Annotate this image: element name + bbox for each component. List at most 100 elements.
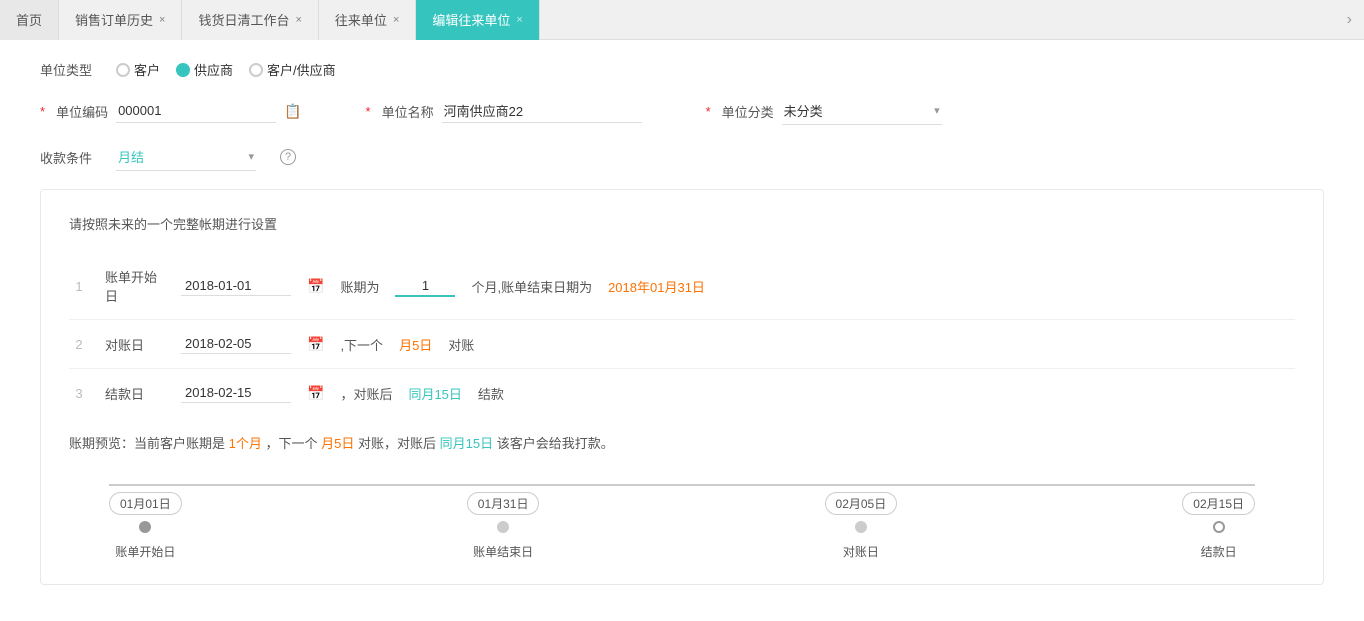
tab-home[interactable]: 首页 <box>0 0 59 40</box>
preview-end: 该客户会给我打款。 <box>497 436 614 451</box>
tab-edit-partner[interactable]: 编辑往来单位 × <box>416 0 539 40</box>
required-star-code: * <box>40 104 45 119</box>
row-desc-1-suffix: 个月,账单结束日期为 <box>471 277 592 296</box>
unit-category-group: * 单位分类 未分类 ▾ <box>706 97 942 125</box>
row-num-3: 3 <box>69 386 89 401</box>
timeline-label-2: 对账日 <box>843 543 879 560</box>
timeline-point-2: 02月05日 对账日 <box>825 492 898 560</box>
unit-category-select[interactable]: 未分类 ▾ <box>782 97 942 125</box>
radio-customer-label: 客户 <box>134 60 160 79</box>
reconcile-date-calendar-icon[interactable]: 📅 <box>307 336 324 353</box>
tab-close-cash-work[interactable]: × <box>295 14 301 26</box>
period-rows: 1 账单开始日 📅 账期为 个月,账单结束日期为 2018年01月31日 2 对… <box>69 253 1295 417</box>
start-date-calendar-icon[interactable]: 📅 <box>307 278 324 295</box>
radio-supplier[interactable]: 供应商 <box>176 60 233 79</box>
payment-highlight: 同月15日 <box>408 384 461 403</box>
timeline-badge-2: 02月05日 <box>825 492 898 515</box>
radio-group-unit-type: 客户 供应商 客户/供应商 <box>116 60 336 79</box>
reconcile-date-input[interactable] <box>181 334 291 354</box>
unit-name-group: * 单位名称 <box>366 99 642 123</box>
preview-label: 账期预览：当前客户账期是 <box>69 436 225 451</box>
row-desc-2-prefix: ,下一个 <box>340 335 383 354</box>
payment-date-input[interactable] <box>181 383 291 403</box>
unit-code-group: * 单位编码 📋 <box>40 99 302 123</box>
copy-icon[interactable]: 📋 <box>284 103 301 120</box>
tab-close-edit-partner[interactable]: × <box>516 14 522 26</box>
timeline-dot-2 <box>855 521 867 533</box>
unit-info-row: * 单位编码 📋 * 单位名称 * 单位分类 未分类 ▾ <box>40 97 1324 125</box>
payment-date-calendar-icon[interactable]: 📅 <box>307 385 324 402</box>
preview-text: 账期预览：当前客户账期是 1个月 ，下一个 月5日 对账，对账后 同月15日 该… <box>69 433 1295 452</box>
payment-terms-label: 收款条件 <box>40 148 92 167</box>
unit-type-row: 单位类型 客户 供应商 客户/供应商 <box>40 60 1324 79</box>
unit-name-input[interactable] <box>442 99 642 123</box>
payment-terms-row: 收款条件 月结 ▾ ? <box>40 143 1324 171</box>
payment-terms-chevron-icon: ▾ <box>248 150 254 163</box>
page-content: 单位类型 客户 供应商 客户/供应商 * 单位编码 📋 * 单位名称 <box>0 40 1364 621</box>
tab-sales-history[interactable]: 销售订单历史 × <box>59 0 182 40</box>
end-date-highlight: 2018年01月31日 <box>608 277 705 296</box>
unit-code-input[interactable] <box>116 99 276 123</box>
row-num-1: 1 <box>69 279 89 294</box>
period-row-1: 1 账单开始日 📅 账期为 个月,账单结束日期为 2018年01月31日 <box>69 253 1295 320</box>
unit-category-label: 单位分类 <box>722 102 774 121</box>
preview-mid1: ，下一个 <box>266 436 318 451</box>
radio-both[interactable]: 客户/供应商 <box>249 60 336 79</box>
radio-circle-both <box>249 63 263 77</box>
timeline-badge-0: 01月01日 <box>109 492 182 515</box>
row-label-2: 对账日 <box>105 335 165 354</box>
tab-partner[interactable]: 往来单位 × <box>319 0 416 40</box>
preview-section: 账期预览：当前客户账期是 1个月 ，下一个 月5日 对账，对账后 同月15日 该… <box>69 417 1295 560</box>
tab-close-sales-history[interactable]: × <box>159 14 165 26</box>
section-instruction: 请按照未来的一个完整帐期进行设置 <box>69 214 1295 233</box>
timeline-dot-3 <box>1213 521 1225 533</box>
tab-cash-work[interactable]: 钱货日清工作台 × <box>182 0 318 40</box>
row-label-3: 结款日 <box>105 384 165 403</box>
timeline-badge-3: 02月15日 <box>1182 492 1255 515</box>
timeline-dot-0 <box>139 521 151 533</box>
timeline-label-1: 账单结束日 <box>473 543 533 560</box>
unit-type-label: 单位类型 <box>40 60 92 79</box>
timeline-badge-1: 01月31日 <box>467 492 540 515</box>
required-star-category: * <box>706 104 711 119</box>
row-desc-2-suffix: 对账 <box>448 335 474 354</box>
radio-circle-customer <box>116 63 130 77</box>
timeline-wrapper: 01月01日 账单开始日 01月31日 账单结束日 02月05日 对账日 <box>69 472 1295 560</box>
timeline-point-3: 02月15日 结款日 <box>1182 492 1255 560</box>
row-num-2: 2 <box>69 337 89 352</box>
tab-expand-button[interactable]: › <box>1335 11 1364 29</box>
row-label-1: 账单开始日 <box>105 267 165 305</box>
unit-name-label: 单位名称 <box>382 102 434 121</box>
reconcile-highlight: 月5日 <box>399 335 432 354</box>
timeline-line <box>109 484 1255 486</box>
preview-mid2: 对账，对账后 <box>358 436 436 451</box>
period-row-3: 3 结款日 📅 ，对账后 同月15日 结款 <box>69 369 1295 417</box>
radio-customer[interactable]: 客户 <box>116 60 160 79</box>
row-desc-3-prefix: ，对账后 <box>340 384 392 403</box>
preview-payment-day: 同月15日 <box>440 436 493 451</box>
timeline-label-3: 结款日 <box>1201 543 1237 560</box>
period-section-box: 请按照未来的一个完整帐期进行设置 1 账单开始日 📅 账期为 个月,账单结束日期… <box>40 189 1324 585</box>
payment-terms-value: 月结 <box>118 147 144 166</box>
required-star-name: * <box>366 104 371 119</box>
radio-supplier-label: 供应商 <box>194 60 233 79</box>
payment-terms-select[interactable]: 月结 ▾ <box>116 143 256 171</box>
help-icon[interactable]: ? <box>280 149 296 165</box>
timeline-point-1: 01月31日 账单结束日 <box>467 492 540 560</box>
preview-reconcile-day: 月5日 <box>321 436 354 451</box>
start-date-input[interactable] <box>181 276 291 296</box>
tab-bar: 首页 销售订单历史 × 钱货日清工作台 × 往来单位 × 编辑往来单位 × › <box>0 0 1364 40</box>
timeline-dot-1 <box>497 521 509 533</box>
timeline-label-0: 账单开始日 <box>115 543 175 560</box>
period-row-2: 2 对账日 📅 ,下一个 月5日 对账 <box>69 320 1295 369</box>
chevron-down-icon: ▾ <box>934 104 940 117</box>
tab-close-partner[interactable]: × <box>393 14 399 26</box>
row-desc-1-prefix: 账期为 <box>340 277 379 296</box>
period-num-input[interactable] <box>395 276 455 297</box>
unit-code-label: 单位编码 <box>56 102 108 121</box>
unit-category-value: 未分类 <box>784 101 823 120</box>
timeline-points: 01月01日 账单开始日 01月31日 账单结束日 02月05日 对账日 <box>109 492 1255 560</box>
radio-circle-supplier <box>176 63 190 77</box>
preview-period: 1个月 <box>229 436 262 451</box>
row-desc-3-suffix: 结款 <box>478 384 504 403</box>
